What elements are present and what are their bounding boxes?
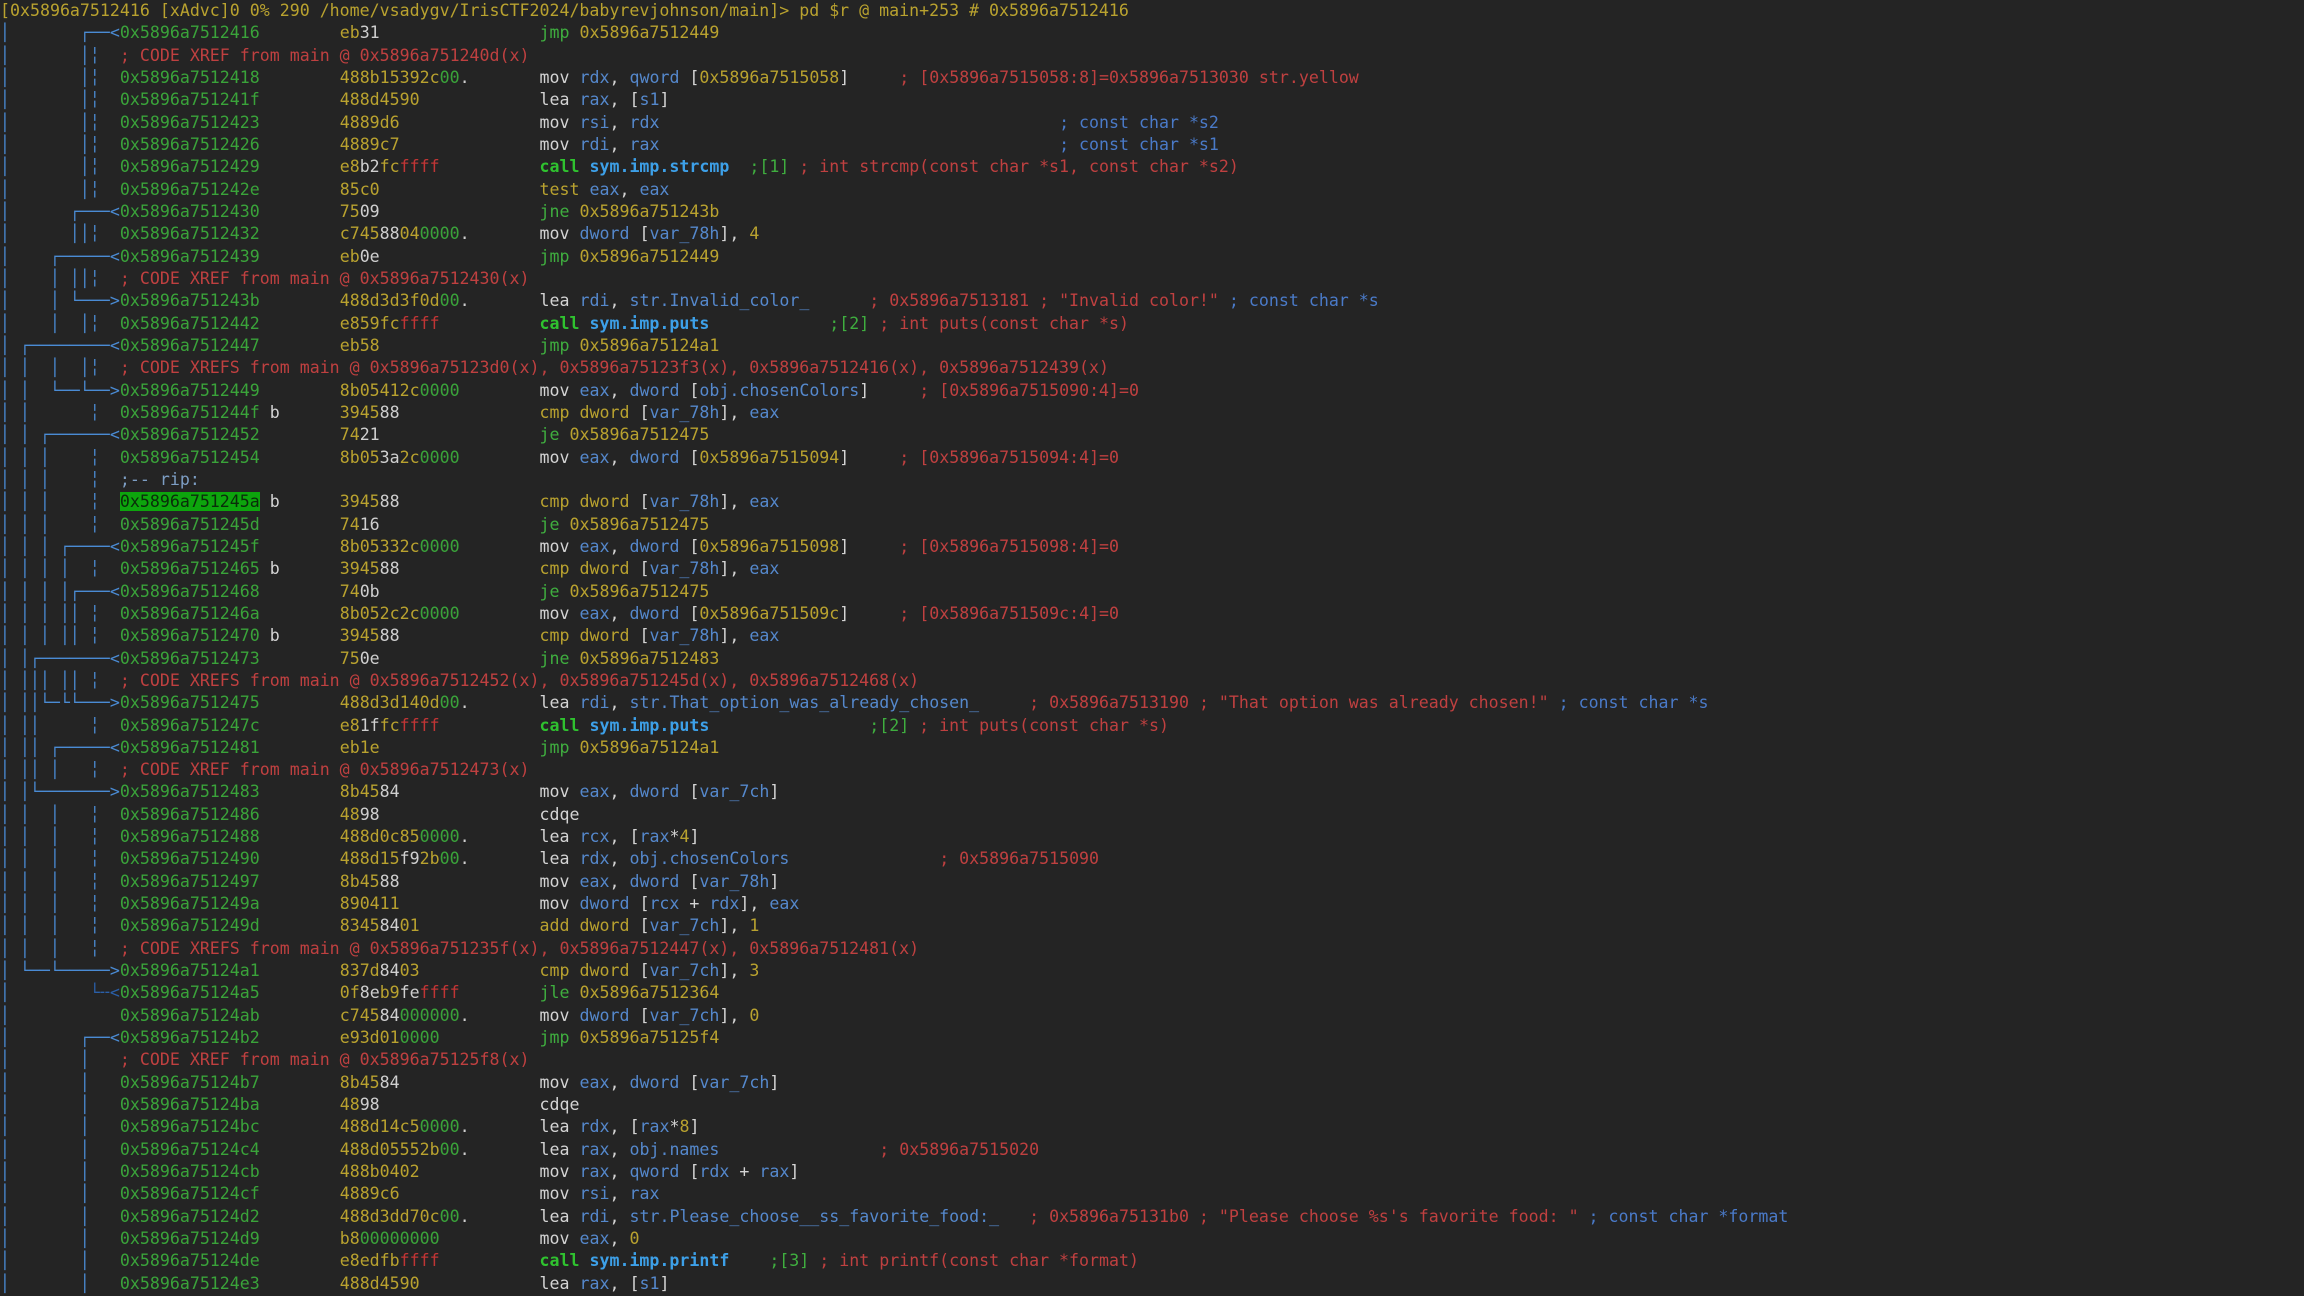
asm-line: │ ┌─────<0x5896a7512439 eb0e jmp 0x5896a… <box>0 246 720 266</box>
asm-line: │ │ │ ╎ 0x5896a7512454 8b053a2c0000 mov … <box>0 447 1120 467</box>
asm-line: │ │ 0x5896a75124d9 b800000000 mov eax, 0 <box>0 1229 640 1249</box>
asm-line: │ │ 0x5896a75124cb 488b0402 mov rax, qwo… <box>0 1162 800 1182</box>
asm-line: │ │ ; CODE XREF from main @ 0x5896a75125… <box>0 1050 530 1070</box>
asm-line: │ │ │ ╎ 0x5896a751249a 890411 mov dword … <box>0 894 800 914</box>
asm-line: │ ┌───<0x5896a7512430 7509 jne 0x5896a75… <box>0 201 720 221</box>
asm-line: │ │ │ │┌───<0x5896a7512468 740b je 0x589… <box>0 581 710 601</box>
asm-line: │ └╌<0x5896a75124a5 0f8eb9feffff jle 0x5… <box>0 983 720 1003</box>
asm-line: │ │ └──└──>0x5896a7512449 8b05412c0000 m… <box>0 380 1140 400</box>
asm-line: │ 0x5896a75124ab c74584000000. mov dword… <box>0 1005 760 1025</box>
asm-line: │ │ │ ╎ 0x5896a7512488 488d0c850000. lea… <box>0 827 700 847</box>
asm-line: │ │┌───────<0x5896a7512473 750e jne 0x58… <box>0 648 720 668</box>
asm-line: │ ││└─└└───>0x5896a7512475 488d3d140d00.… <box>0 693 1709 713</box>
asm-line: │ │ │ ╎ 0x5896a7512486 4898 cdqe <box>0 804 580 824</box>
asm-line: │ │ │ │ ╎ 0x5896a7512465 b 394588 cmp dw… <box>0 559 780 579</box>
asm-line: │ ┌──<0x5896a7512416 eb31 jmp 0x5896a751… <box>0 23 720 43</box>
asm-line: │ │ │ ╎ 0x5896a7512497 8b4588 mov eax, d… <box>0 871 780 891</box>
asm-line: │ │││ ││ ╎ ; CODE XREFS from main @ 0x58… <box>0 670 920 690</box>
asm-line: │ │ 0x5896a75124bc 488d14c50000. lea rdx… <box>0 1117 700 1137</box>
command-prompt[interactable]: [0x5896a7512416 [xAdvc]0 0% 290 /home/vs… <box>0 0 2304 22</box>
asm-line: │ ┌────────<0x5896a7512447 eb58 jmp 0x58… <box>0 335 720 355</box>
asm-line: │ │ ╎ 0x5896a751244f b 394588 cmp dword … <box>0 402 780 422</box>
asm-line: │ │ │ ╎ 0x5896a751249d 83458401 add dwor… <box>0 916 760 936</box>
asm-line: │ │ ┌──────<0x5896a7512452 7421 je 0x589… <box>0 425 710 445</box>
asm-line: │ │ │ ╎ 0x5896a751245d 7416 je 0x5896a75… <box>0 514 710 534</box>
asm-line: │ │ │╎ 0x5896a7512442 e859fcffff call sy… <box>0 313 1129 333</box>
asm-line: │ │╎ 0x5896a7512418 488b15392c00. mov rd… <box>0 67 1359 87</box>
asm-line: │ │ 0x5896a75124ba 4898 cdqe <box>0 1095 580 1115</box>
radare2-terminal: [0x5896a7512416 [xAdvc]0 0% 290 /home/vs… <box>0 0 2304 1296</box>
asm-line: │ │└───────>0x5896a7512483 8b4584 mov ea… <box>0 782 780 802</box>
disasm-view: │ ┌──<0x5896a7512416 eb31 jmp 0x5896a751… <box>0 22 2304 1295</box>
asm-line: │ │ │ ││ ╎ 0x5896a7512470 b 394588 cmp d… <box>0 626 780 646</box>
asm-line: │ │ │ │╎ ; CODE XREFS from main @ 0x5896… <box>0 358 1109 378</box>
asm-line: │ │ └───>0x5896a751243b 488d3d3f0d00. le… <box>0 291 1379 311</box>
asm-line: │ │ 0x5896a75124b7 8b4584 mov eax, dword… <box>0 1072 780 1092</box>
asm-line: │ ┌──<0x5896a75124b2 e93d010000 jmp 0x58… <box>0 1028 720 1048</box>
asm-line: │ │ 0x5896a75124de e8edfbffff call sym.i… <box>0 1251 1139 1271</box>
asm-line: │ │ 0x5896a75124c4 488d05552b00. lea rax… <box>0 1139 1040 1159</box>
asm-line: │ │╎ 0x5896a7512429 e8b2fcffff call sym.… <box>0 157 1239 177</box>
asm-line: │ │╎ 0x5896a7512426 4889c7 mov rdi, rax … <box>0 134 1219 154</box>
asm-line: │ │ │ ┌────<0x5896a751245f 8b05332c0000 … <box>0 536 1120 556</box>
asm-line: │ │ 0x5896a75124d2 488d3dd70c00. lea rdi… <box>0 1206 1789 1226</box>
asm-line: │ │ │ ╎ 0x5896a7512490 488d15f92b00. lea… <box>0 849 1100 869</box>
asm-line: │ │╎ ; CODE XREF from main @ 0x5896a7512… <box>0 45 530 65</box>
asm-line: │ │ │ ╎ ;-- rip: <box>0 469 200 489</box>
asm-line: │ ││ │ ╎ ; CODE XREF from main @ 0x5896a… <box>0 760 530 780</box>
asm-line: │ │ 0x5896a75124cf 4889c6 mov rsi, rax <box>0 1184 660 1204</box>
asm-line: │ │ 0x5896a75124e3 488d4590 lea rax, [s1… <box>0 1273 670 1293</box>
asm-line: │ │ ││╎ ; CODE XREF from main @ 0x5896a7… <box>0 268 530 288</box>
asm-line: │ └──└─────>0x5896a75124a1 837d8403 cmp … <box>0 961 760 981</box>
asm-line: │ │ │ ╎ ; CODE XREFS from main @ 0x5896a… <box>0 938 920 958</box>
asm-line: │ │╎ 0x5896a751242e 85c0 test eax, eax <box>0 179 670 199</box>
asm-line: │ ││ ╎ 0x5896a751247c e81ffcffff call sy… <box>0 715 1169 735</box>
asm-line: │ │╎ 0x5896a751241f 488d4590 lea rax, [s… <box>0 90 670 110</box>
asm-line: │ │ │ ││ ╎ 0x5896a751246a 8b052c2c0000 m… <box>0 603 1120 623</box>
asm-line: │ │╎ 0x5896a7512423 4889d6 mov rsi, rdx … <box>0 112 1219 132</box>
asm-line: │ ││ ┌─────<0x5896a7512481 eb1e jmp 0x58… <box>0 737 720 757</box>
asm-line: │ ││╎ 0x5896a7512432 c74588040000. mov d… <box>0 224 760 244</box>
asm-line: │ │ │ ╎ 0x5896a751245a b 394588 cmp dwor… <box>0 492 780 512</box>
